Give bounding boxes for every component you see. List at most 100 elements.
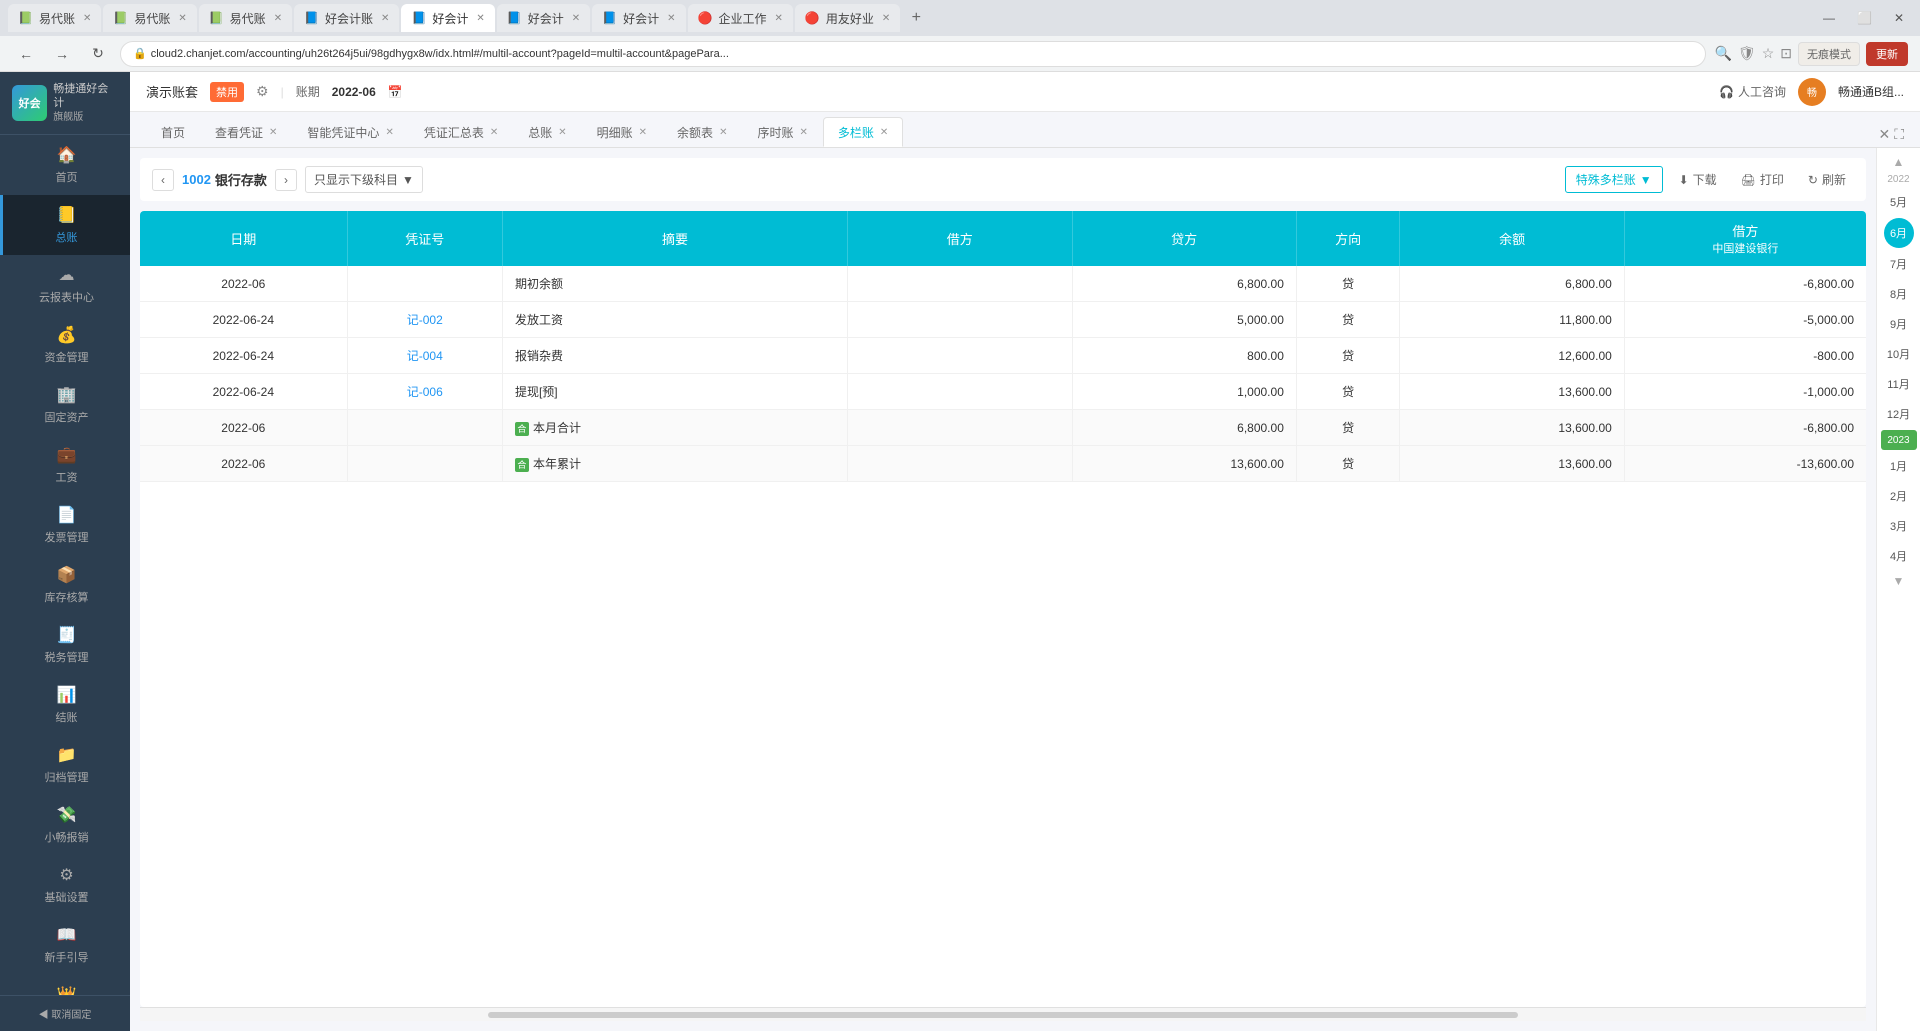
page-tab-multi-column[interactable]: 多栏账 ✕ (823, 117, 903, 147)
maximize-button[interactable]: ⬜ (1849, 7, 1880, 29)
sidebar-item-invoice[interactable]: 📄 发票管理 (0, 495, 130, 555)
page-tab-voucher-summary[interactable]: 凭证汇总表 ✕ (409, 117, 513, 147)
page-tab-balance[interactable]: 余额表 ✕ (662, 117, 742, 147)
page-tab-close-voucher[interactable]: ✕ (269, 127, 277, 138)
incognito-mode-button[interactable]: 无痕模式 (1798, 42, 1860, 66)
month-apr-2023[interactable]: 4月 (1881, 542, 1917, 570)
print-button[interactable]: 🖨 打印 (1733, 167, 1792, 192)
browser-tab-2[interactable]: 📗 易代账 ✕ (103, 4, 196, 32)
back-button[interactable]: ← (12, 40, 40, 68)
page-tab-close-multi[interactable]: ✕ (880, 127, 888, 138)
tab-close-8[interactable]: ✕ (774, 13, 782, 24)
cell-balance: 11,800.00 (1400, 302, 1624, 338)
month-dec-2022[interactable]: 12月 (1881, 400, 1917, 428)
sidebar-item-cloud-reports[interactable]: ☁ 云报表中心 (0, 255, 130, 315)
browser-tab-6[interactable]: 📘 好会计 ✕ (497, 4, 590, 32)
browser-tab-9[interactable]: 🔴 用友好业 ✕ (795, 4, 900, 32)
settings-gear-icon[interactable]: ⚙ (256, 83, 269, 100)
horizontal-scrollbar[interactable] (140, 1007, 1866, 1021)
month-jan-2023[interactable]: 1月 (1881, 452, 1917, 480)
sidebar-item-tax[interactable]: 🧾 税务管理 (0, 615, 130, 675)
calendar-icon[interactable]: 📅 (388, 85, 403, 99)
sidebar-item-closing[interactable]: 📊 结账 (0, 675, 130, 735)
tab-collapse-icon[interactable]: ✕ (1878, 126, 1890, 143)
update-button[interactable]: 更新 (1866, 42, 1908, 66)
page-tab-close-balance[interactable]: ✕ (719, 127, 727, 138)
unfix-sidebar-button[interactable]: ◀ 取消固定 (10, 1006, 120, 1021)
month-nov-2022[interactable]: 11月 (1881, 370, 1917, 398)
special-multi-column-button[interactable]: 特殊多栏账 ▼ (1565, 166, 1663, 193)
cell-voucher (347, 446, 502, 482)
calendar-scroll-up[interactable]: ▲ (1884, 152, 1914, 172)
page-tab-home[interactable]: 首页 (146, 117, 200, 147)
cell-voucher[interactable]: 记-004 (347, 338, 502, 374)
close-button[interactable]: ✕ (1886, 7, 1912, 29)
download-button[interactable]: ⬇ 下载 (1671, 167, 1725, 192)
page-tab-close-detail[interactable]: ✕ (639, 127, 647, 138)
month-jun-2022[interactable]: 6月 (1884, 218, 1914, 248)
tab-close-4[interactable]: ✕ (381, 13, 389, 24)
cell-credit: 800.00 (1072, 338, 1296, 374)
month-may-2022[interactable]: 5月 (1881, 188, 1917, 216)
filter-sub-accounts-button[interactable]: 只显示下级科目 ▼ (305, 166, 423, 193)
prev-account-button[interactable]: ‹ (152, 169, 174, 191)
sidebar-item-funds[interactable]: 💰 资金管理 (0, 315, 130, 375)
browser-tab-4[interactable]: 📘 好会计账 ✕ (294, 4, 399, 32)
tab-close-6[interactable]: ✕ (572, 13, 580, 24)
page-tab-view-voucher[interactable]: 查看凭证 ✕ (200, 117, 292, 147)
sidebar-item-payroll[interactable]: 💼 工资 (0, 435, 130, 495)
page-tab-close-sequence[interactable]: ✕ (799, 127, 807, 138)
calendar-scroll-down[interactable]: ▼ (1884, 571, 1914, 591)
tab-close-2[interactable]: ✕ (178, 13, 186, 24)
sidebar-item-fixed-assets[interactable]: 🏢 固定资产 (0, 375, 130, 435)
month-sep-2022[interactable]: 9月 (1881, 310, 1917, 338)
browser-tab-1[interactable]: 📗 易代账 ✕ (8, 4, 101, 32)
sidebar-item-expense[interactable]: 💸 小畅报销 (0, 795, 130, 855)
new-tab-button[interactable]: + (902, 4, 930, 32)
sidebar-item-inventory[interactable]: 📦 库存核算 (0, 555, 130, 615)
cell-voucher[interactable]: 记-002 (347, 302, 502, 338)
page-tab-sequence[interactable]: 序时账 ✕ (742, 117, 822, 147)
page-tab-close-summary[interactable]: ✕ (490, 127, 498, 138)
table-row: 2022-06 期初余额 6,800.00 贷 6,800.00 -6,800.… (140, 266, 1866, 302)
browser-tab-7[interactable]: 📘 好会计 ✕ (592, 4, 685, 32)
month-aug-2022[interactable]: 8月 (1881, 280, 1917, 308)
tab-close-7[interactable]: ✕ (667, 13, 675, 24)
tab-expand-icon[interactable]: ⛶ (1894, 126, 1904, 143)
consult-button[interactable]: 🎧 人工咨询 (1719, 83, 1786, 100)
cell-voucher[interactable]: 记-006 (347, 374, 502, 410)
extend-icon[interactable]: ⊡ (1780, 45, 1792, 62)
minimize-button[interactable]: — (1815, 7, 1843, 29)
sidebar-item-membership[interactable]: 👑 畅会员 (0, 975, 130, 995)
sidebar-item-guide[interactable]: 📖 新手引导 (0, 915, 130, 975)
refresh-button[interactable]: ↻ 刷新 (1800, 167, 1854, 192)
sidebar-item-archive[interactable]: 📁 归档管理 (0, 735, 130, 795)
page-tab-detail-ledger[interactable]: 明细账 ✕ (582, 117, 662, 147)
month-feb-2023[interactable]: 2月 (1881, 482, 1917, 510)
next-account-button[interactable]: › (275, 169, 297, 191)
forward-button[interactable]: → (48, 40, 76, 68)
sidebar-item-settings[interactable]: ⚙ 基础设置 (0, 855, 130, 915)
page-tab-general-ledger[interactable]: 总账 ✕ (513, 117, 581, 147)
browser-tab-8[interactable]: 🔴 企业工作 ✕ (688, 4, 793, 32)
cell-summary: 提现[预] (502, 374, 847, 410)
month-oct-2022[interactable]: 10月 (1881, 340, 1917, 368)
star-icon[interactable]: ☆ (1762, 45, 1775, 62)
page-tab-smart-voucher[interactable]: 智能凭证中心 ✕ (292, 117, 408, 147)
sidebar-item-ledger[interactable]: 📒 总账 (0, 195, 130, 255)
tab-close-5[interactable]: ✕ (476, 13, 484, 24)
page-tab-close-general[interactable]: ✕ (558, 127, 566, 138)
tab-close-3[interactable]: ✕ (274, 13, 282, 24)
reload-button[interactable]: ↻ (84, 40, 112, 68)
page-tab-close-smart[interactable]: ✕ (385, 127, 393, 138)
sidebar-item-home[interactable]: 🏠 首页 (0, 135, 130, 195)
browser-tab-3[interactable]: 📗 易代账 ✕ (199, 4, 292, 32)
tab-close-9[interactable]: ✕ (882, 13, 890, 24)
tab-close-1[interactable]: ✕ (83, 13, 91, 24)
month-jul-2022[interactable]: 7月 (1881, 250, 1917, 278)
url-input[interactable]: 🔒 cloud2.chanjet.com/accounting/uh26t264… (120, 41, 1706, 67)
month-mar-2023[interactable]: 3月 (1881, 512, 1917, 540)
search-icon[interactable]: 🔍 (1714, 45, 1731, 62)
tab-bar-actions: ✕ ⛶ (1878, 126, 1904, 147)
browser-tab-5[interactable]: 📘 好会计 ✕ (401, 4, 494, 32)
